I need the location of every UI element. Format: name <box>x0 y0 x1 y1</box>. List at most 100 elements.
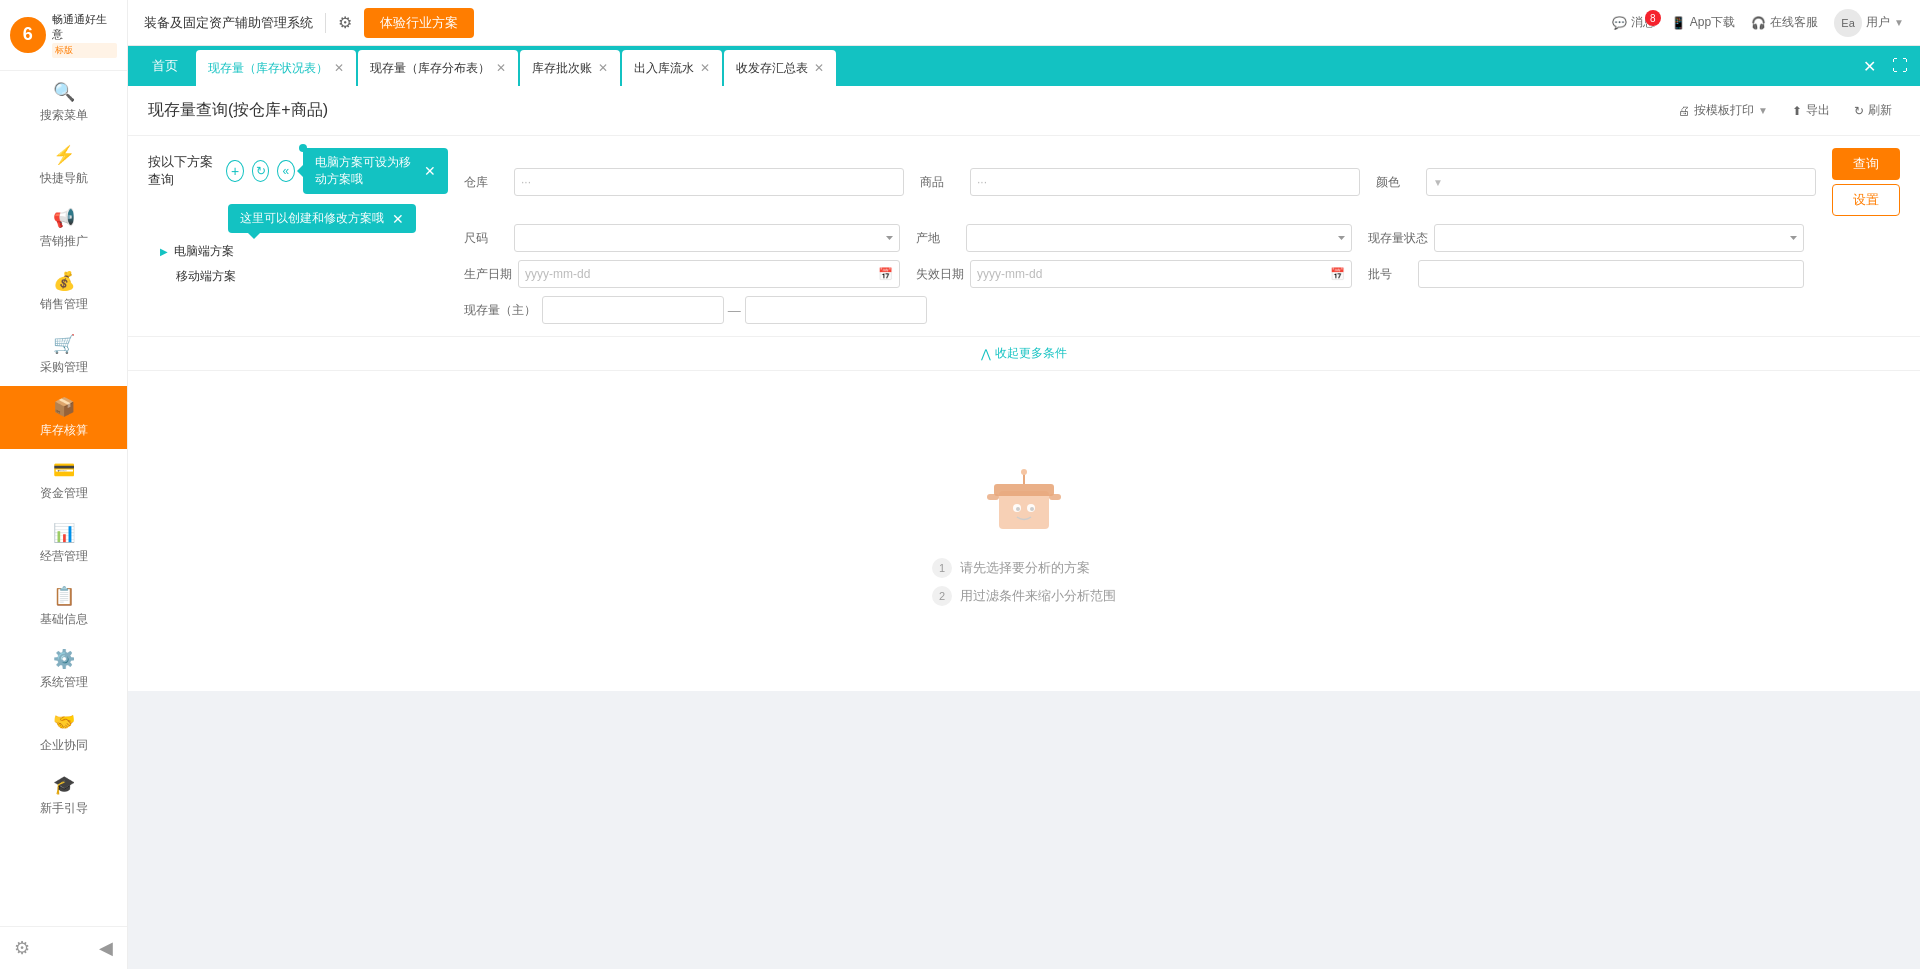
sidebar-item-enterprise[interactable]: 🤝 企业协同 <box>0 701 127 764</box>
search-btns: 查询 设置 <box>1832 148 1900 216</box>
tab-in-out-flow[interactable]: 出入库流水 ✕ <box>622 50 722 86</box>
guide-icon: 🎓 <box>53 774 75 796</box>
svg-rect-8 <box>987 494 999 500</box>
scheme-mobile-item[interactable]: 移动端方案 <box>148 264 448 289</box>
tab-batch-account-close[interactable]: ✕ <box>598 61 608 75</box>
filter-right-panel: 仓库 ··· 商品 ··· 颜色 <box>448 148 1900 324</box>
tooltip2-close[interactable]: ✕ <box>392 211 404 227</box>
filter-back-btn[interactable]: « <box>277 160 294 182</box>
filter-add-btn[interactable]: + <box>226 160 243 182</box>
user-area[interactable]: Ea 用户 ▼ <box>1834 9 1904 37</box>
sidebar-label-operations: 经营管理 <box>40 548 88 565</box>
sidebar-label-purchase: 采购管理 <box>40 359 88 376</box>
topbar-gear-icon[interactable]: ⚙ <box>338 13 352 32</box>
tab-inventory-dist-close[interactable]: ✕ <box>496 61 506 75</box>
tab-home[interactable]: 首页 <box>136 46 194 86</box>
batch-no-label: 批号 <box>1368 266 1412 283</box>
print-btn[interactable]: 🖨 按模板打印 ▼ <box>1670 98 1776 123</box>
close-all-tabs-icon[interactable]: ✕ <box>1859 53 1880 80</box>
tab-batch-account[interactable]: 库存批次账 ✕ <box>520 50 620 86</box>
tab-in-out-flow-label: 出入库流水 <box>634 60 694 77</box>
app-download-btn[interactable]: 📱 App下载 <box>1671 14 1735 31</box>
tooltip1-close[interactable]: ✕ <box>424 163 436 179</box>
inventory-icon: 📦 <box>53 396 75 418</box>
sidebar-item-search[interactable]: 🔍 搜索菜单 <box>0 71 127 134</box>
sidebar-item-sales[interactable]: 💰 销售管理 <box>0 260 127 323</box>
system-icon: ⚙️ <box>53 648 75 670</box>
expiry-date-calendar-icon: 📅 <box>1330 267 1345 281</box>
filter-row2: 尺码 产地 现存量状态 <box>464 224 1900 252</box>
user-dropdown-icon: ▼ <box>1894 17 1904 28</box>
tab-receive-summary[interactable]: 收发存汇总表 ✕ <box>724 50 836 86</box>
sidebar-item-basic[interactable]: 📋 基础信息 <box>0 575 127 638</box>
export-btn[interactable]: ⬆ 导出 <box>1784 98 1838 123</box>
sidebar-item-guide[interactable]: 🎓 新手引导 <box>0 764 127 827</box>
settings-icon[interactable]: ⚙ <box>14 937 30 959</box>
scheme-desktop-arrow: ▶ <box>160 246 168 257</box>
sidebar-item-marketing[interactable]: 📢 营销推广 <box>0 197 127 260</box>
origin-select[interactable] <box>966 224 1352 252</box>
basic-icon: 📋 <box>53 585 75 607</box>
scheme-desktop-item[interactable]: ▶ 电脑端方案 <box>148 239 448 264</box>
warehouse-label: 仓库 <box>464 174 508 191</box>
tab-inventory-status-close[interactable]: ✕ <box>334 61 344 75</box>
filter-left-panel: 按以下方案查询 + ↻ « 电脑方案可设为移动方案哦 ✕ <box>148 148 448 289</box>
filter-refresh-btn[interactable]: ↻ <box>252 160 269 182</box>
tab-inventory-dist[interactable]: 现存量（库存分布表） ✕ <box>358 50 518 86</box>
expiry-date-input[interactable]: yyyy-mm-dd 📅 <box>970 260 1352 288</box>
tooltip1-text: 电脑方案可设为移动方案哦 <box>315 154 416 188</box>
collapse-btn[interactable]: ⋀ 收起更多条件 <box>981 345 1067 362</box>
sidebar-label-guide: 新手引导 <box>40 800 88 817</box>
stock-status-select[interactable] <box>1434 224 1804 252</box>
page-actions: 🖨 按模板打印 ▼ ⬆ 导出 ↻ 刷新 <box>1670 98 1900 123</box>
tab-receive-summary-close[interactable]: ✕ <box>814 61 824 75</box>
sidebar-item-finance[interactable]: 💳 资金管理 <box>0 449 127 512</box>
goods-input[interactable]: ··· <box>970 168 1360 196</box>
tooltip2-text: 这里可以创建和修改方案哦 <box>240 210 384 227</box>
page-title: 现存量查询(按仓库+商品) <box>148 100 328 121</box>
tabbar: 首页 现存量（库存状况表） ✕ 现存量（库存分布表） ✕ 库存批次账 ✕ 出入库… <box>128 46 1920 86</box>
batch-no-input[interactable] <box>1418 260 1804 288</box>
warehouse-input[interactable]: ··· <box>514 168 904 196</box>
fullscreen-icon[interactable]: ⛶ <box>1888 53 1912 79</box>
print-dropdown-icon: ▼ <box>1758 105 1768 116</box>
stock-main-min[interactable] <box>542 296 724 324</box>
batch-no-field: 批号 <box>1368 260 1804 288</box>
content-area: 现存量查询(按仓库+商品) 🖨 按模板打印 ▼ ⬆ 导出 ↻ 刷新 <box>128 86 1920 969</box>
stock-main-max[interactable] <box>745 296 927 324</box>
expiry-date-field: 失效日期 yyyy-mm-dd 📅 <box>916 260 1352 288</box>
tab-batch-account-label: 库存批次账 <box>532 60 592 77</box>
prod-date-input[interactable]: yyyy-mm-dd 📅 <box>518 260 900 288</box>
sidebar-item-quick[interactable]: ⚡ 快捷导航 <box>0 134 127 197</box>
sidebar-label-sales: 销售管理 <box>40 296 88 313</box>
sidebar-item-purchase[interactable]: 🛒 采购管理 <box>0 323 127 386</box>
scheme-tooltip1: 电脑方案可设为移动方案哦 ✕ <box>303 148 448 194</box>
refresh-btn[interactable]: ↻ 刷新 <box>1846 98 1900 123</box>
color-label: 颜色 <box>1376 174 1420 191</box>
message-btn[interactable]: 💬 消息 8 <box>1612 14 1655 31</box>
filter-row3: 生产日期 yyyy-mm-dd 📅 失效日期 yyyy-mm-dd 📅 <box>464 260 1900 288</box>
prod-date-calendar-icon: 📅 <box>878 267 893 281</box>
online-service-label: 在线客服 <box>1770 14 1818 31</box>
search-btn[interactable]: 查询 <box>1832 148 1900 180</box>
sidebar-item-operations[interactable]: 📊 经营管理 <box>0 512 127 575</box>
size-label: 尺码 <box>464 230 508 247</box>
sidebar-item-inventory[interactable]: 📦 库存核算 <box>0 386 127 449</box>
sidebar-item-system[interactable]: ⚙️ 系统管理 <box>0 638 127 701</box>
step2-text: 用过滤条件来缩小分析范围 <box>960 587 1116 605</box>
trial-btn[interactable]: 体验行业方案 <box>364 8 474 38</box>
tab-in-out-flow-close[interactable]: ✕ <box>700 61 710 75</box>
color-dropdown-icon: ▼ <box>1433 177 1443 188</box>
sidebar-bottom: ⚙ ◀ <box>0 926 127 969</box>
expiry-date-label: 失效日期 <box>916 266 964 283</box>
online-service-btn[interactable]: 🎧 在线客服 <box>1751 14 1818 31</box>
reset-btn[interactable]: 设置 <box>1832 184 1900 216</box>
stock-main-label: 现存量（主） <box>464 302 536 319</box>
color-input[interactable]: ▼ <box>1426 168 1816 196</box>
tooltip-wrap1: 电脑方案可设为移动方案哦 ✕ <box>303 148 448 194</box>
size-select[interactable] <box>514 224 900 252</box>
export-icon: ⬆ <box>1792 104 1802 118</box>
collapse-sidebar-icon[interactable]: ◀ <box>99 937 113 959</box>
collapse-bar[interactable]: ⋀ 收起更多条件 <box>128 337 1920 371</box>
tab-inventory-status[interactable]: 现存量（库存状况表） ✕ <box>196 50 356 86</box>
